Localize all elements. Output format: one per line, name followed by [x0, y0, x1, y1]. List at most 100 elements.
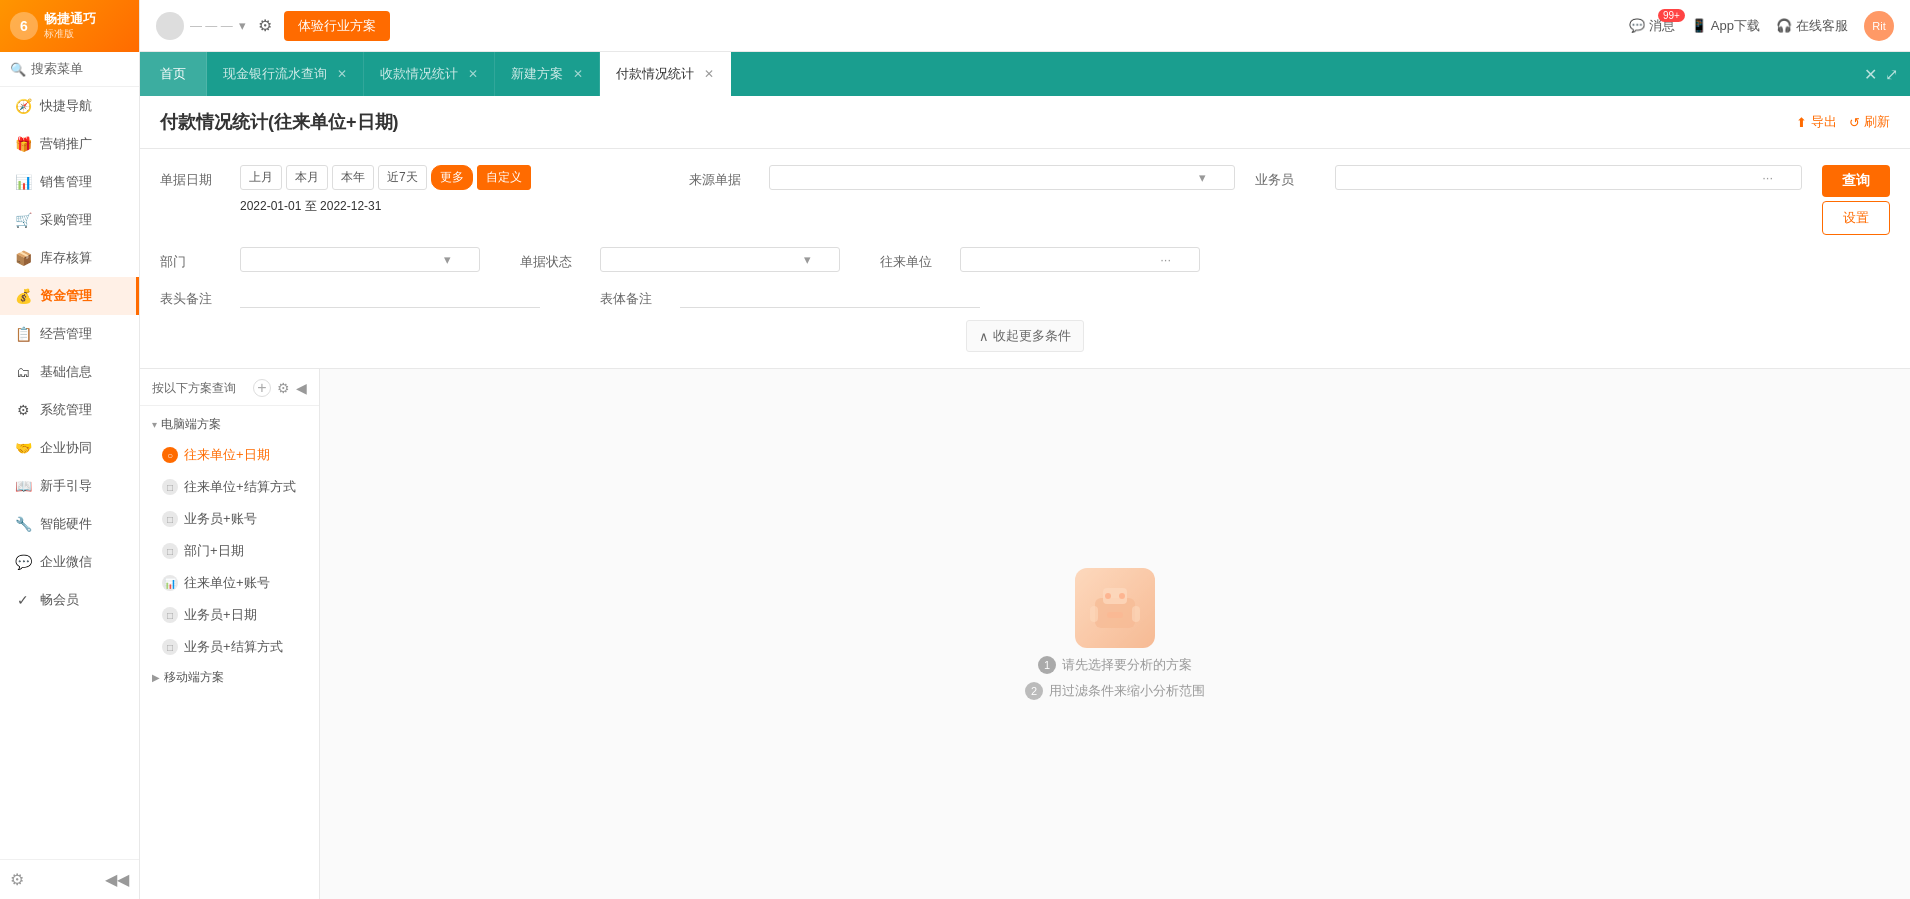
source-filter-label: 来源单据 [689, 165, 749, 189]
date-btn-last-month[interactable]: 上月 [240, 165, 282, 190]
scheme-item-staff-date[interactable]: □ 业务员+日期 [140, 599, 319, 631]
counterpart-more-icon: ··· [1160, 252, 1171, 267]
app-subtitle: 标准版 [44, 27, 96, 41]
empty-hint-2: 2 用过滤条件来缩小分析范围 [1025, 682, 1205, 700]
scheme-item-staff-account[interactable]: □ 业务员+账号 [140, 503, 319, 535]
collapse-button[interactable]: ∧ 收起更多条件 [966, 320, 1084, 352]
sidebar-item-hardware[interactable]: 🔧 智能硬件 [0, 505, 139, 543]
weixin-icon: 💬 [14, 553, 32, 571]
scheme-item-staff-settle-label: 业务员+结算方式 [184, 638, 283, 656]
sidebar-item-inventory[interactable]: 📦 库存核算 [0, 239, 139, 277]
collapse-arrow-icon: ∧ [979, 329, 989, 344]
sidebar-item-finance[interactable]: 💰 资金管理 [0, 277, 139, 315]
scheme-item-staff-account-label: 业务员+账号 [184, 510, 257, 528]
sidebar-item-marketing[interactable]: 🎁 营销推广 [0, 125, 139, 163]
date-btn-this-year[interactable]: 本年 [332, 165, 374, 190]
account-dropdown-icon[interactable]: ▾ [239, 18, 246, 33]
dept-select[interactable]: ▾ [240, 247, 480, 272]
scheme-item-counterpart-date-label: 往来单位+日期 [184, 446, 270, 464]
guide-icon: 📖 [14, 477, 32, 495]
date-btn-custom[interactable]: 自定义 [477, 165, 531, 190]
page-title: 付款情况统计(往来单位+日期) [160, 110, 399, 134]
trial-button[interactable]: 体验行业方案 [284, 11, 390, 41]
sidebar-item-weixin[interactable]: 💬 企业微信 [0, 543, 139, 581]
header-right-actions: 💬 消息 99+ 📱 App下载 🎧 在线客服 Rit [1629, 11, 1894, 41]
scheme-group-mobile[interactable]: ▶ 移动端方案 [140, 663, 319, 692]
finance-icon: 💰 [14, 287, 32, 305]
tab-payment-stat[interactable]: 付款情况统计 ✕ [600, 52, 731, 96]
staff-select[interactable]: ··· [1335, 165, 1802, 190]
export-label: 导出 [1811, 113, 1837, 131]
online-service-label: 在线客服 [1796, 17, 1848, 35]
tab-receipt-stat[interactable]: 收款情况统计 ✕ [364, 52, 495, 96]
sidebar-item-quicknav[interactable]: 🧭 快捷导航 [0, 87, 139, 125]
scheme-item-counterpart-date[interactable]: ○ 往来单位+日期 [140, 439, 319, 471]
scheme-item-staff-settle[interactable]: □ 业务员+结算方式 [140, 631, 319, 663]
sidebar-item-label: 库存核算 [40, 249, 92, 267]
date-btn-last7[interactable]: 近7天 [378, 165, 427, 190]
tab-new-scheme-close[interactable]: ✕ [573, 67, 583, 81]
sidebar-item-member[interactable]: ✓ 畅会员 [0, 581, 139, 619]
export-button[interactable]: ⬆ 导出 [1796, 113, 1837, 131]
sidebar-item-enterprise[interactable]: 🤝 企业协同 [0, 429, 139, 467]
window-expand-btn[interactable]: ⤢ [1885, 65, 1898, 84]
header-settings-icon[interactable]: ⚙ [258, 16, 272, 35]
sidebar-item-operations[interactable]: 📋 经营管理 [0, 315, 139, 353]
scheme-collapse-icon[interactable]: ◀ [296, 380, 307, 396]
tab-home[interactable]: 首页 [140, 52, 207, 96]
export-icon: ⬆ [1796, 115, 1807, 130]
window-close-btn[interactable]: ✕ [1864, 65, 1877, 84]
app-download-label: App下载 [1711, 17, 1760, 35]
purchase-icon: 🛒 [14, 211, 32, 229]
content-area: 按以下方案查询 + ⚙ ◀ ▾ 电脑端方案 ○ 往来单位+日期 □ [140, 369, 1910, 899]
collapse-row: ∧ 收起更多条件 [160, 320, 1890, 352]
scheme-item-dept-date-icon: □ [162, 543, 178, 559]
messages-badge: 99+ [1658, 9, 1685, 22]
settings-button[interactable]: 设置 [1822, 201, 1890, 235]
user-avatar[interactable]: Rit [1864, 11, 1894, 41]
tab-new-scheme[interactable]: 新建方案 ✕ [495, 52, 600, 96]
scheme-add-icon[interactable]: + [253, 379, 271, 397]
scheme-group-desktop[interactable]: ▾ 电脑端方案 [140, 410, 319, 439]
tab-payment-close[interactable]: ✕ [704, 67, 714, 81]
scheme-item-counterpart-settle[interactable]: □ 往来单位+结算方式 [140, 471, 319, 503]
hint-text-1: 请先选择要分析的方案 [1062, 656, 1192, 674]
top-header: — — — ▾ ⚙ 体验行业方案 💬 消息 99+ 📱 App下载 🎧 在线客服… [140, 0, 1910, 52]
messages-action[interactable]: 💬 消息 99+ [1629, 17, 1675, 35]
tab-receipt-close[interactable]: ✕ [468, 67, 478, 81]
sidebar-item-guide[interactable]: 📖 新手引导 [0, 467, 139, 505]
app-download-action[interactable]: 📱 App下载 [1691, 17, 1760, 35]
date-filter-label: 单据日期 [160, 165, 220, 189]
online-service-action[interactable]: 🎧 在线客服 [1776, 17, 1848, 35]
source-select[interactable]: ▾ [769, 165, 1236, 190]
doc-status-select[interactable]: ▾ [600, 247, 840, 272]
table-header-remark-input[interactable] [240, 284, 540, 308]
date-filter-value: 上月 本月 本年 近7天 更多 自定义 2022-01-01 至 2022-12… [240, 165, 669, 215]
date-buttons: 上月 本月 本年 近7天 更多 自定义 [240, 165, 531, 190]
scheme-settings-icon[interactable]: ⚙ [277, 380, 290, 396]
refresh-button[interactable]: ↺ 刷新 [1849, 113, 1890, 131]
footer-collapse-icon[interactable]: ◀◀ [105, 870, 129, 889]
scheme-item-dept-date[interactable]: □ 部门+日期 [140, 535, 319, 567]
scheme-item-counterpart-account[interactable]: 📊 往来单位+账号 [140, 567, 319, 599]
mobile-group-label: 移动端方案 [164, 669, 224, 686]
counterpart-select[interactable]: ··· [960, 247, 1200, 272]
sidebar-item-label: 畅会员 [40, 591, 79, 609]
sidebar-item-system[interactable]: ⚙ 系统管理 [0, 391, 139, 429]
sidebar-search[interactable]: 🔍 搜索菜单 [0, 52, 139, 87]
tab-cashflow[interactable]: 现金银行流水查询 ✕ [207, 52, 364, 96]
tab-cashflow-close[interactable]: ✕ [337, 67, 347, 81]
sidebar-item-sales[interactable]: 📊 销售管理 [0, 163, 139, 201]
search-icon: 🔍 [10, 62, 26, 77]
date-btn-this-month[interactable]: 本月 [286, 165, 328, 190]
date-btn-more[interactable]: 更多 [431, 165, 473, 190]
sidebar-item-purchase[interactable]: 🛒 采购管理 [0, 201, 139, 239]
hint-number-2: 2 [1025, 682, 1043, 700]
svg-rect-6 [1132, 606, 1140, 622]
query-button[interactable]: 查询 [1822, 165, 1890, 197]
scheme-item-counterpart-account-label: 往来单位+账号 [184, 574, 270, 592]
page-area: 付款情况统计(往来单位+日期) ⬆ 导出 ↺ 刷新 单据日期 上月 本 [140, 96, 1910, 899]
footer-settings-icon[interactable]: ⚙ [10, 870, 24, 889]
sidebar-item-basic[interactable]: 🗂 基础信息 [0, 353, 139, 391]
table-body-remark-input[interactable] [680, 284, 980, 308]
